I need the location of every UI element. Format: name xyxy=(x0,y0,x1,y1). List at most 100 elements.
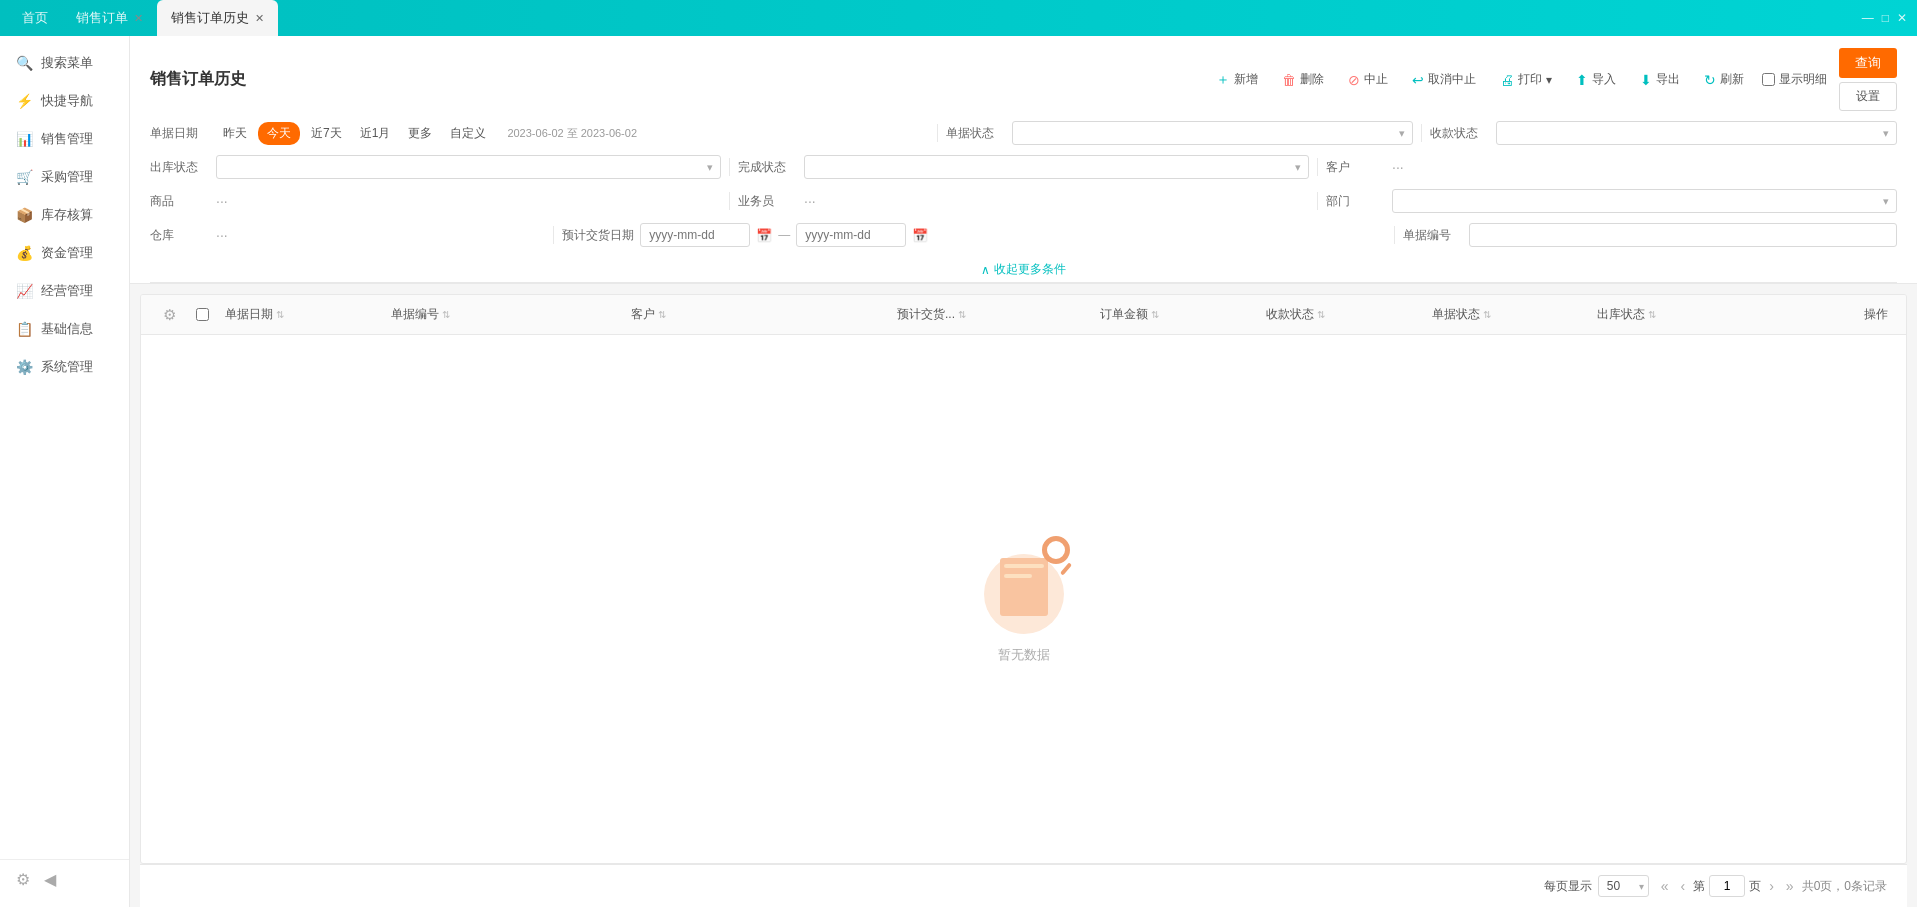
col-delivery-sort: ⇅ xyxy=(958,309,966,320)
sidebar-bottom: ⚙ ◀ xyxy=(0,859,129,899)
pagination-footer: 每页显示 50 10 20 100 « ‹ 第 页 › » 共0页 xyxy=(140,864,1907,907)
last-page-btn[interactable]: » xyxy=(1782,876,1798,896)
warehouse-status-label: 出库状态 xyxy=(150,159,210,176)
prev-page-btn[interactable]: ‹ xyxy=(1677,876,1690,896)
export-button[interactable]: ⬇ 导出 xyxy=(1634,67,1686,92)
col-bill-status[interactable]: 单据状态 ⇅ xyxy=(1424,306,1590,323)
col-warehouse-sort: ⇅ xyxy=(1648,309,1656,320)
delivery-date-start[interactable] xyxy=(640,223,750,247)
col-customer-sort: ⇅ xyxy=(658,309,666,320)
first-page-btn[interactable]: « xyxy=(1657,876,1673,896)
col-number[interactable]: 单据编号 ⇅ xyxy=(383,306,624,323)
date-1month-btn[interactable]: 近1月 xyxy=(353,122,398,145)
warehouse-ellipsis[interactable]: ··· xyxy=(216,227,228,243)
date-custom-btn[interactable]: 自定义 xyxy=(443,122,493,145)
sys-mgmt-icon: ⚙️ xyxy=(16,359,33,375)
complete-status-select[interactable] xyxy=(804,155,1309,179)
tab-sales-order-history-label: 销售订单历史 xyxy=(171,9,249,27)
maximize-btn[interactable]: □ xyxy=(1882,11,1889,25)
sidebar-item-sales-mgmt[interactable]: 📊 销售管理 xyxy=(0,120,129,158)
date-today-btn[interactable]: 今天 xyxy=(258,122,300,145)
display-detail-toggle[interactable]: 显示明细 xyxy=(1762,71,1827,88)
delivery-date-end[interactable] xyxy=(796,223,906,247)
print-button[interactable]: 🖨 打印 ▾ xyxy=(1494,67,1558,92)
tab-sales-order-close[interactable]: ✕ xyxy=(134,12,143,25)
cal-start-icon[interactable]: 📅 xyxy=(756,228,772,243)
sidebar: 🔍 搜索菜单 ⚡ 快捷导航 📊 销售管理 🛒 采购管理 📦 库存核算 💰 资金管… xyxy=(0,36,130,907)
sidebar-item-basic-info[interactable]: 📋 基础信息 xyxy=(0,310,129,348)
query-button[interactable]: 查询 xyxy=(1839,48,1897,78)
dept-label: 部门 xyxy=(1326,193,1386,210)
cal-end-icon[interactable]: 📅 xyxy=(912,228,928,243)
date-more-btn[interactable]: 更多 xyxy=(401,122,439,145)
divider-3 xyxy=(729,158,730,176)
per-page-select[interactable]: 50 10 20 100 xyxy=(1598,875,1649,897)
fund-mgmt-icon: 💰 xyxy=(16,245,33,261)
date-7days-btn[interactable]: 近7天 xyxy=(304,122,349,145)
salesman-ellipsis[interactable]: ··· xyxy=(804,193,816,209)
import-icon: ⬆ xyxy=(1576,72,1588,88)
filter-warehouse: 仓库 ··· xyxy=(150,227,545,244)
filter-row-3: 商品 ··· 业务员 ··· 部门 xyxy=(150,189,1897,213)
filter-customer: 客户 ··· xyxy=(1326,159,1897,176)
sidebar-settings-icon[interactable]: ⚙ xyxy=(16,870,30,889)
bill-no-input[interactable] xyxy=(1469,223,1897,247)
col-delivery[interactable]: 预计交货... ⇅ xyxy=(889,306,1092,323)
sidebar-item-sys-mgmt[interactable]: ⚙️ 系统管理 xyxy=(0,348,129,386)
pagination: « ‹ 第 页 › » 共0页，0条记录 xyxy=(1657,875,1887,897)
delete-button[interactable]: 🗑 删除 xyxy=(1276,67,1330,92)
col-payment-status[interactable]: 收款状态 ⇅ xyxy=(1258,306,1424,323)
customer-label: 客户 xyxy=(1326,159,1386,176)
cancel-stop-button[interactable]: ↩ 取消中止 xyxy=(1406,67,1482,92)
tab-home[interactable]: 首页 xyxy=(8,0,62,36)
warehouse-status-wrapper xyxy=(216,155,721,179)
close-btn[interactable]: ✕ xyxy=(1897,11,1907,25)
sidebar-item-search-menu[interactable]: 🔍 搜索菜单 xyxy=(0,44,129,82)
dept-select[interactable] xyxy=(1392,189,1897,213)
sidebar-item-quick-nav[interactable]: ⚡ 快捷导航 xyxy=(0,82,129,120)
sales-mgmt-icon: 📊 xyxy=(16,131,33,147)
divider-7 xyxy=(553,226,554,244)
sidebar-item-operation-mgmt[interactable]: 📈 经营管理 xyxy=(0,272,129,310)
collapse-filter-row[interactable]: ∧ 收起更多条件 xyxy=(150,257,1897,282)
stop-button[interactable]: ⊘ 中止 xyxy=(1342,67,1394,92)
sidebar-item-fund-mgmt[interactable]: 💰 资金管理 xyxy=(0,234,129,272)
display-detail-label: 显示明细 xyxy=(1779,71,1827,88)
tab-sales-order-history-close[interactable]: ✕ xyxy=(255,12,264,25)
empty-magnifier-circle xyxy=(1042,536,1070,564)
col-amount[interactable]: 订单金额 ⇅ xyxy=(1092,306,1258,323)
col-customer[interactable]: 客户 ⇅ xyxy=(623,306,889,323)
select-all-checkbox[interactable] xyxy=(196,308,209,321)
sidebar-collapse-icon[interactable]: ◀ xyxy=(44,870,56,889)
tab-sales-order[interactable]: 销售订单 ✕ xyxy=(62,0,157,36)
page-number-input[interactable] xyxy=(1709,875,1745,897)
date-range-separator: — xyxy=(778,228,790,242)
refresh-button[interactable]: ↻ 刷新 xyxy=(1698,67,1750,92)
print-label: 打印 xyxy=(1518,71,1542,88)
divider-5 xyxy=(729,192,730,210)
setting-button[interactable]: 设置 xyxy=(1839,82,1897,111)
print-dropdown-icon[interactable]: ▾ xyxy=(1546,73,1552,87)
col-date-sort: ⇅ xyxy=(276,309,284,320)
new-button[interactable]: ＋ 新增 xyxy=(1210,67,1264,93)
warehouse-status-select[interactable] xyxy=(216,155,721,179)
table-settings-icon[interactable]: ⚙ xyxy=(151,306,187,324)
table-select-all[interactable] xyxy=(187,308,217,321)
payment-status-select[interactable] xyxy=(1496,121,1897,145)
date-yesterday-btn[interactable]: 昨天 xyxy=(216,122,254,145)
minimize-btn[interactable]: — xyxy=(1862,11,1874,25)
bill-status-select[interactable] xyxy=(1012,121,1413,145)
import-label: 导入 xyxy=(1592,71,1616,88)
tab-sales-order-history[interactable]: 销售订单历史 ✕ xyxy=(157,0,278,36)
sidebar-item-purchase-mgmt[interactable]: 🛒 采购管理 xyxy=(0,158,129,196)
col-date[interactable]: 单据日期 ⇅ xyxy=(217,306,383,323)
empty-doc xyxy=(1000,558,1048,616)
col-warehouse-status[interactable]: 出库状态 ⇅ xyxy=(1589,306,1755,323)
customer-ellipsis[interactable]: ··· xyxy=(1392,159,1404,175)
next-page-btn[interactable]: › xyxy=(1765,876,1778,896)
sidebar-item-stock-calc-label: 库存核算 xyxy=(41,206,93,224)
display-detail-checkbox[interactable] xyxy=(1762,73,1775,86)
import-button[interactable]: ⬆ 导入 xyxy=(1570,67,1622,92)
goods-ellipsis[interactable]: ··· xyxy=(216,193,228,209)
sidebar-item-stock-calc[interactable]: 📦 库存核算 xyxy=(0,196,129,234)
